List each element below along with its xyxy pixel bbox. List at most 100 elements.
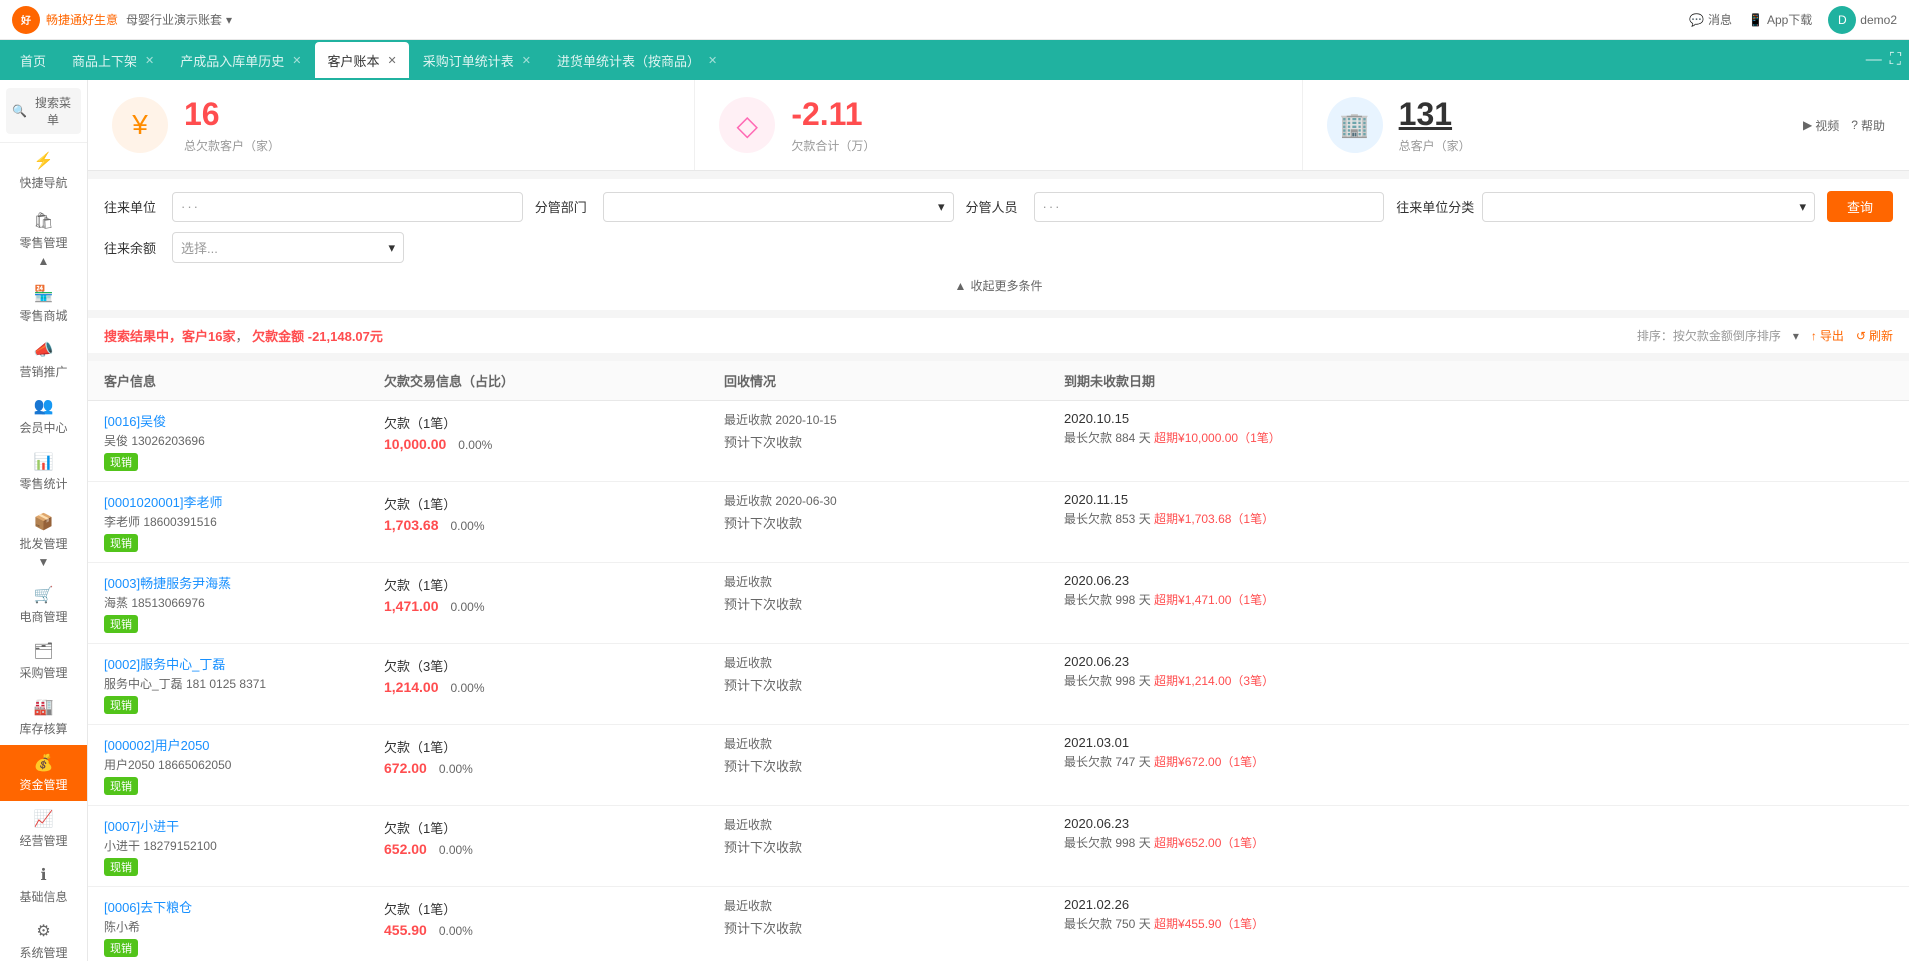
overdue-link[interactable]: 超期¥1,471.00（1笔）	[1154, 593, 1274, 607]
debt-row: 欠款（1笔）	[384, 818, 724, 837]
sidebar-item-finance[interactable]: 💰 资金管理	[0, 745, 87, 801]
help-icon: ?	[1851, 118, 1858, 132]
top-bar-left: 好 畅捷通好生意 母婴行业演示账套 ▾	[12, 6, 232, 34]
from-unit-input[interactable]: ···	[172, 192, 523, 222]
message-button[interactable]: 💬 消息	[1689, 11, 1732, 28]
collect-info-cell: 最近收款 预计下次收款	[724, 573, 1064, 613]
stat-actions: ▶ 视频 ? 帮助	[1803, 117, 1885, 134]
table-row: [0001020001]李老师 李老师 18600391516 现销 欠款（1笔…	[88, 482, 1909, 563]
debt-amount: 1,471.00	[384, 598, 439, 614]
stat-values-debt: -2.11 欠款合计（万）	[791, 96, 875, 154]
tab-customer-account[interactable]: 客户账本 ✕	[315, 42, 408, 78]
overdue-link[interactable]: 超期¥652.00（1笔）	[1154, 836, 1264, 850]
stat-label-customers: 总欠款客户（家）	[184, 137, 280, 154]
sidebar-item-inventory[interactable]: 🏭 库存核算	[0, 689, 87, 745]
tab-inventory-stats[interactable]: 进货单统计表（按商品） ✕	[545, 42, 729, 78]
sidebar-item-ecommerce[interactable]: 🛒 电商管理	[0, 577, 87, 633]
branch-person-input[interactable]: ···	[1034, 192, 1385, 222]
stat-values-total: 131 总客户（家）	[1399, 96, 1471, 154]
debt-info-cell: 欠款（1笔） 10,000.00 0.00%	[384, 411, 724, 456]
export-button[interactable]: ↑ 导出	[1811, 327, 1844, 344]
arrow-icon-2: ▼	[38, 555, 50, 569]
tab-expand-icon[interactable]: ⛶	[1890, 51, 1901, 69]
customer-name-link[interactable]: [000002]用户2050	[104, 735, 384, 754]
customer-info-cell: [0003]畅捷服务尹海蒸 海蒸 18513066976 现销	[104, 573, 384, 633]
tab-production-history[interactable]: 产成品入库单历史 ✕	[168, 42, 313, 78]
app-download-button[interactable]: 📱 App下载	[1748, 11, 1812, 28]
next-collect: 预计下次收款	[724, 432, 1064, 451]
sidebar-item-basic-info[interactable]: ℹ 基础信息	[0, 857, 87, 913]
search-button[interactable]: 查询	[1827, 191, 1893, 222]
due-date: 2021.03.01	[1064, 735, 1893, 750]
sidebar-item-purchase-mgmt[interactable]: 🗂 采购管理	[0, 633, 87, 689]
customer-info-cell: [0001020001]李老师 李老师 18600391516 现销	[104, 492, 384, 552]
sidebar-item-retail-mgmt[interactable]: 🛍 零售管理 ▲	[0, 203, 87, 276]
sidebar-item-quick-nav[interactable]: ⚡ 快捷导航	[0, 143, 87, 199]
unit-category-select[interactable]: ▾	[1482, 192, 1815, 222]
user-menu[interactable]: D demo2	[1828, 6, 1897, 34]
sidebar-item-batch-mgmt[interactable]: 📦 批发管理 ▼	[0, 504, 87, 577]
refresh-button[interactable]: ↺ 刷新	[1856, 327, 1893, 344]
filter-row-1: 往来单位 ··· 分管部门 ▾ 分管人员 ···	[104, 191, 1893, 222]
sidebar-item-member[interactable]: 👥 会员中心	[0, 388, 87, 444]
customer-name-link[interactable]: [0016]吴俊	[104, 411, 384, 430]
search-menu-button[interactable]: 🔍 搜索菜单	[6, 88, 81, 134]
industry-select[interactable]: 母婴行业演示账套 ▾	[126, 11, 232, 28]
col-header-due: 到期未收款日期	[1064, 371, 1893, 390]
tab-close-icon[interactable]: ✕	[145, 54, 154, 67]
overdue-link[interactable]: 超期¥1,703.68（1笔）	[1154, 512, 1274, 526]
system-icon: ⚙	[36, 921, 50, 941]
tab-minimize-icon[interactable]: —	[1866, 51, 1882, 69]
sidebar-item-retail-stats[interactable]: 📊 零售统计	[0, 444, 87, 500]
sort-label: 排序：按欠款金额倒序排序	[1637, 327, 1781, 344]
filter-item-branch-dept: 分管部门 ▾	[535, 192, 954, 222]
table-row: [0016]吴俊 吴俊 13026203696 现销 欠款（1笔） 10,000…	[88, 401, 1909, 482]
sidebar-item-system[interactable]: ⚙ 系统管理	[0, 913, 87, 961]
customer-name-link[interactable]: [0006]去下粮仓	[104, 897, 384, 916]
overdue-days: 最长欠款 998 天 超期¥1,471.00（1笔）	[1064, 591, 1893, 608]
sidebar-item-retail-mall[interactable]: 🏪 零售商城	[0, 276, 87, 332]
next-collect: 预计下次收款	[724, 675, 1064, 694]
customer-info-cell: [0007]小进干 小进干 18279152100 现销	[104, 816, 384, 876]
sidebar-item-business-mgmt[interactable]: 📈 经营管理	[0, 801, 87, 857]
marketing-icon: 📣	[34, 340, 54, 360]
debt-percent: 0.00%	[439, 924, 473, 938]
video-button[interactable]: ▶ 视频	[1803, 117, 1839, 134]
customer-tag: 现销	[104, 858, 138, 876]
tab-home[interactable]: 首页	[8, 42, 58, 78]
tab-purchase-order[interactable]: 采购订单统计表 ✕	[411, 42, 543, 78]
finance-icon: 💰	[34, 753, 54, 773]
tab-close-icon[interactable]: ✕	[388, 54, 397, 67]
help-button[interactable]: ? 帮助	[1851, 117, 1885, 134]
customer-name-link[interactable]: [0002]服务中心_丁磊	[104, 654, 384, 673]
stat-item-debt: ◇ -2.11 欠款合计（万）	[695, 80, 1302, 170]
tab-product-shelf[interactable]: 商品上下架 ✕	[60, 42, 166, 78]
overdue-days: 最长欠款 884 天 超期¥10,000.00（1笔）	[1064, 429, 1893, 446]
overdue-link[interactable]: 超期¥10,000.00（1笔）	[1154, 431, 1281, 445]
debt-info-cell: 欠款（1笔） 1,703.68 0.00%	[384, 492, 724, 537]
tab-close-icon[interactable]: ✕	[292, 54, 301, 67]
customer-tag: 现销	[104, 939, 138, 957]
table-row: [0007]小进干 小进干 18279152100 现销 欠款（1笔） 652.…	[88, 806, 1909, 887]
result-bar: 搜索结果中，客户16家， 欠款金额 -21,148.07元 排序：按欠款金额倒序…	[88, 318, 1909, 353]
overdue-link[interactable]: 超期¥1,214.00（3笔）	[1154, 674, 1274, 688]
branch-dept-select[interactable]: ▾	[603, 192, 954, 222]
collapse-button[interactable]: ▲ 收起更多条件	[104, 273, 1893, 298]
overdue-link[interactable]: 超期¥455.90（1笔）	[1154, 917, 1264, 931]
customer-name-link[interactable]: [0001020001]李老师	[104, 492, 384, 511]
collect-info-cell: 最近收款 预计下次收款	[724, 654, 1064, 694]
debt-amount-row: 652.00 0.00%	[384, 839, 724, 859]
last-collect: 最近收款 2020-06-30	[724, 492, 1064, 509]
col-header-customer: 客户信息	[104, 371, 384, 390]
sidebar-item-marketing[interactable]: 📣 营销推广	[0, 332, 87, 388]
customer-tag: 现销	[104, 777, 138, 795]
tab-close-icon[interactable]: ✕	[708, 54, 717, 67]
remainder-select[interactable]: 选择... ▾	[172, 232, 404, 263]
stat-values-customers: 16 总欠款客户（家）	[184, 96, 280, 154]
overdue-link[interactable]: 超期¥672.00（1笔）	[1154, 755, 1264, 769]
customer-name-link[interactable]: [0003]畅捷服务尹海蒸	[104, 573, 384, 592]
debt-count: 欠款（1笔）	[384, 737, 456, 756]
remainder-label: 往来余额	[104, 238, 164, 257]
tab-close-icon[interactable]: ✕	[522, 54, 531, 67]
customer-name-link[interactable]: [0007]小进干	[104, 816, 384, 835]
